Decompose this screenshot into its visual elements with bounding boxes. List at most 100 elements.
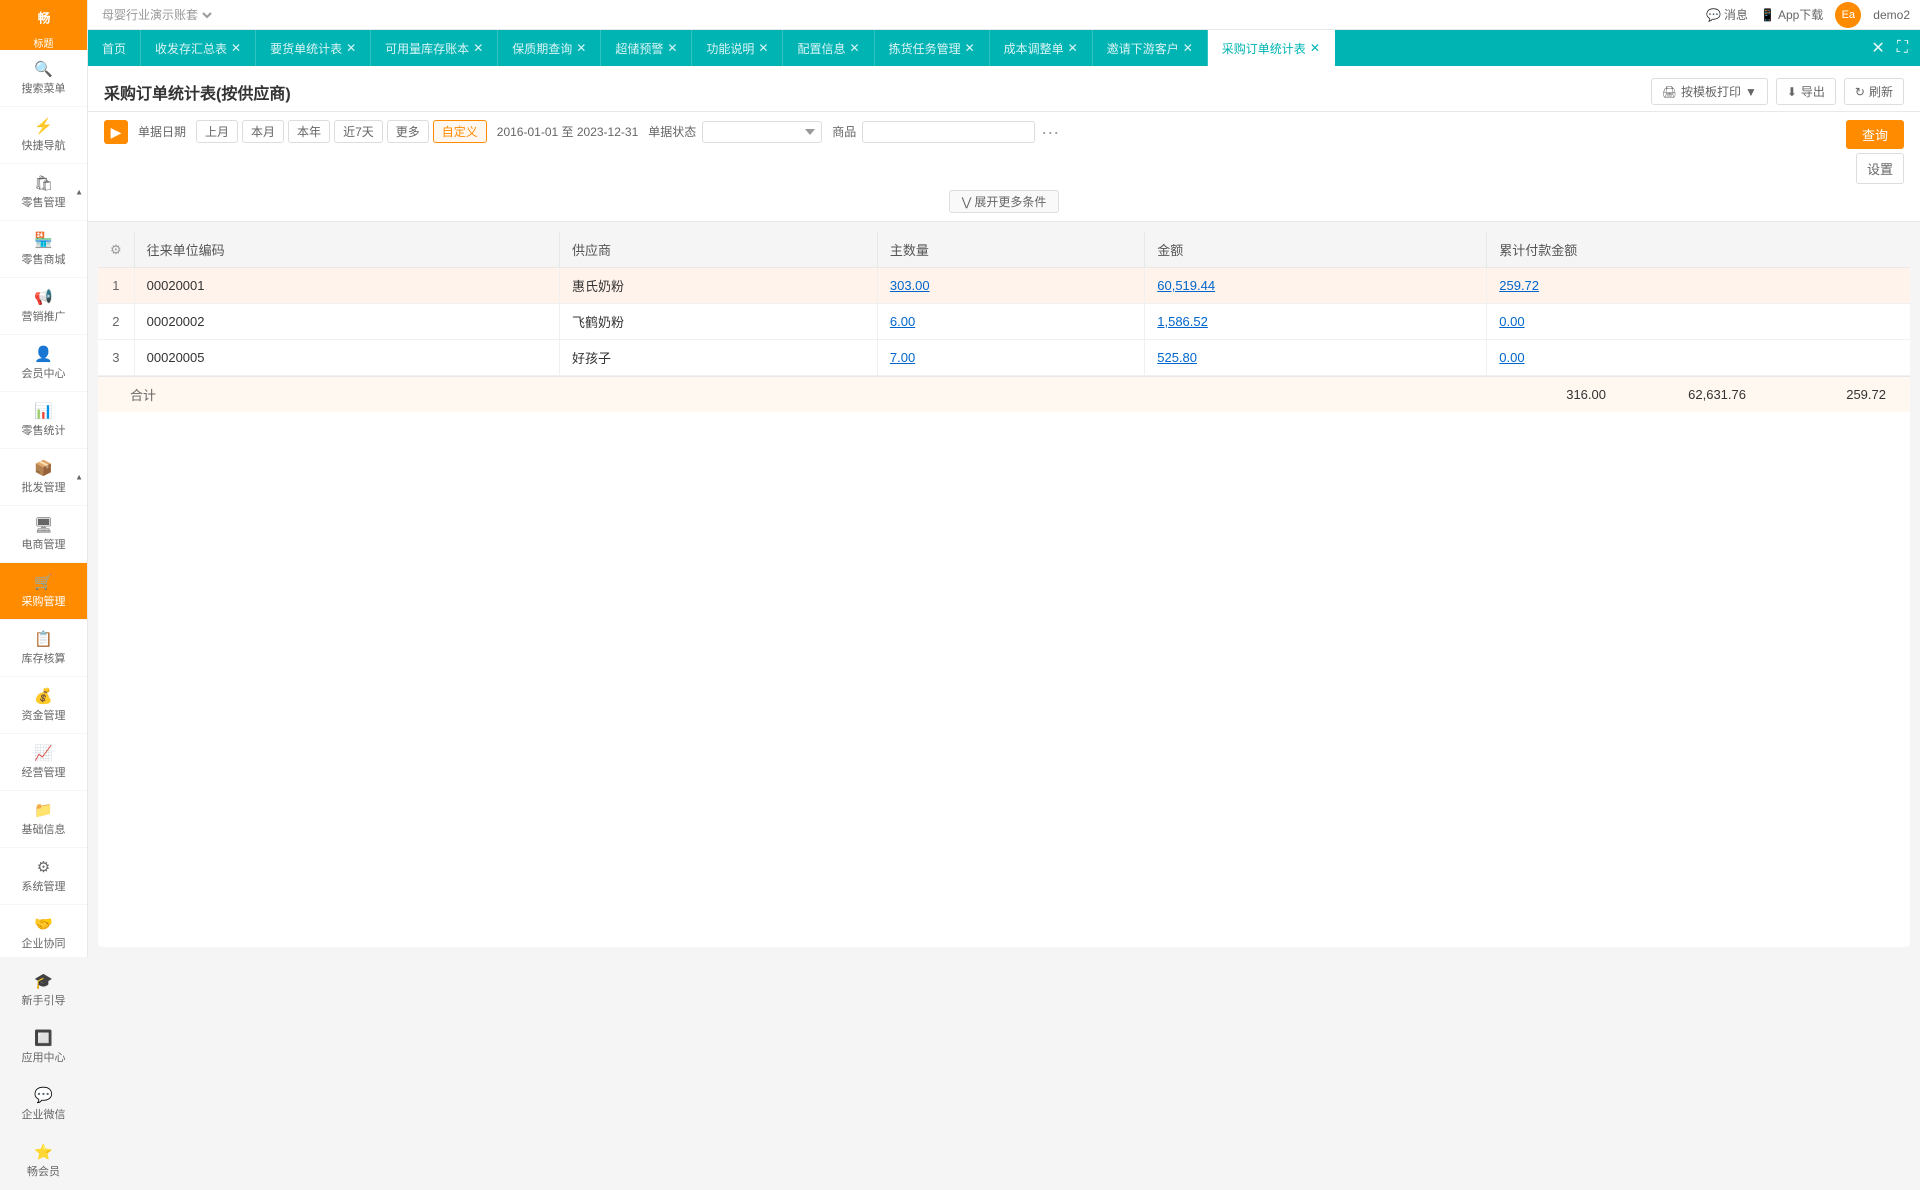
tab-close-11[interactable]: ✕	[1310, 42, 1320, 54]
prev-month-btn[interactable]: 上月	[196, 120, 238, 143]
page-title: 采购订单统计表(按供应商)	[104, 80, 291, 104]
sidebar-item-3[interactable]: 🏪零售商城	[0, 221, 87, 278]
sidebar-item-14[interactable]: ⚙系统管理	[0, 848, 87, 905]
col-header-0: ⚙	[98, 232, 134, 268]
tab-item-6[interactable]: 功能说明✕	[692, 30, 783, 66]
tab-close-2[interactable]: ✕	[346, 42, 356, 54]
refresh-icon: ↻	[1855, 85, 1865, 99]
nav-icon-7: 📦	[34, 459, 53, 477]
filter-toggle-btn[interactable]: ▶	[104, 120, 128, 144]
tab-item-8[interactable]: 拣货任务管理✕	[875, 30, 990, 66]
tab-close-4[interactable]: ✕	[576, 42, 586, 54]
sidebar-item-13[interactable]: 📁基础信息	[0, 791, 87, 848]
row-qty-0[interactable]: 303.00	[877, 268, 1144, 304]
this-year-btn[interactable]: 本年	[288, 120, 330, 143]
sidebar-item-2[interactable]: 🛍零售管理▲	[0, 164, 87, 221]
nav-icon-16: 🎓	[34, 972, 53, 990]
more-date-btn[interactable]: 更多	[387, 120, 429, 143]
tab-close-10[interactable]: ✕	[1183, 42, 1193, 54]
sidebar-item-11[interactable]: 💰资金管理	[0, 677, 87, 734]
sidebar-item-12[interactable]: 📈经营管理	[0, 734, 87, 791]
page-header-actions: 🖨 按模板打印 ▼ ⬇ 导出 ↻ 刷新	[1651, 78, 1904, 105]
sidebar-item-7[interactable]: 📦批发管理▲	[0, 449, 87, 506]
sidebar-item-9[interactable]: 🛒采购管理	[0, 563, 87, 620]
sidebar-item-0[interactable]: 🔍搜索菜单	[0, 50, 87, 107]
sidebar-item-1[interactable]: ⚡快捷导航	[0, 107, 87, 164]
row-amount-1[interactable]: 1,586.52	[1145, 304, 1487, 340]
print-icon: 🖨	[1662, 85, 1677, 99]
tabbar-close-btn[interactable]: ✕	[1867, 38, 1888, 58]
tab-close-5[interactable]: ✕	[667, 42, 677, 54]
sidebar-item-16[interactable]: 🎓 新手引导	[0, 962, 87, 1019]
topbar-actions: 💬 消息 📱 App下载 Ea demo2	[1706, 2, 1910, 28]
tab-item-0[interactable]: 首页	[88, 30, 141, 66]
filter-date-range: 2016-01-01 至 2023-12-31	[497, 123, 638, 140]
tab-item-10[interactable]: 邀请下游客户✕	[1093, 30, 1208, 66]
print-dropdown-icon: ▼	[1745, 85, 1757, 99]
nav-label-11: 资金管理	[22, 707, 66, 723]
footer-paid: 259.72	[1758, 387, 1898, 402]
user-initials: Ea	[1842, 9, 1855, 21]
7days-btn[interactable]: 近7天	[334, 120, 383, 143]
tab-item-3[interactable]: 可用量库存账本✕	[371, 30, 498, 66]
sidebar-item-8[interactable]: 🖥电商管理	[0, 506, 87, 563]
this-month-btn[interactable]: 本月	[242, 120, 284, 143]
row-supplier-0: 惠氏奶粉	[559, 268, 877, 304]
tab-item-5[interactable]: 超储预警✕	[601, 30, 692, 66]
tab-close-6[interactable]: ✕	[758, 42, 768, 54]
main-area: 母婴行业演示账套 💬 消息 📱 App下载 Ea demo2 首页收发存汇总表✕…	[88, 0, 1920, 957]
tab-item-7[interactable]: 配置信息✕	[783, 30, 874, 66]
sidebar-item-4[interactable]: 📢营销推广	[0, 278, 87, 335]
row-paid-0[interactable]: 259.72	[1487, 268, 1910, 304]
nav-icon-1: ⚡	[34, 117, 53, 135]
tab-item-11[interactable]: 采购订单统计表✕	[1208, 30, 1335, 66]
tab-close-1[interactable]: ✕	[231, 42, 241, 54]
user-avatar[interactable]: Ea	[1835, 2, 1861, 28]
row-amount-0[interactable]: 60,519.44	[1145, 268, 1487, 304]
row-num-2: 3	[98, 340, 134, 376]
expand-filter-btn[interactable]: ⋁ 展开更多条件	[949, 190, 1060, 213]
row-qty-1[interactable]: 6.00	[877, 304, 1144, 340]
nav-label-16: 新手引导	[22, 992, 66, 1008]
message-btn[interactable]: 💬 消息	[1706, 6, 1748, 23]
row-qty-2[interactable]: 7.00	[877, 340, 1144, 376]
logo-text: 标题	[34, 35, 54, 50]
breadcrumb-select[interactable]: 母婴行业演示账套	[98, 7, 215, 23]
sidebar-item-15[interactable]: 🤝企业协同	[0, 905, 87, 962]
query-button[interactable]: 查询	[1846, 120, 1904, 149]
tabbar-expand-btn[interactable]: ⛶	[1893, 39, 1912, 57]
download-btn[interactable]: 📱 App下载	[1760, 6, 1823, 23]
tab-close-8[interactable]: ✕	[965, 42, 975, 54]
tab-item-9[interactable]: 成本调整单✕	[990, 30, 1093, 66]
sidebar-item-18[interactable]: 💬企业微信	[0, 1076, 87, 1133]
table-row: 2 00020002 飞鹤奶粉 6.00 1,586.52 0.00	[98, 304, 1910, 340]
goods-input[interactable]	[862, 121, 1035, 143]
svg-text:畅: 畅	[37, 10, 50, 25]
content: 采购订单统计表(按供应商) 🖨 按模板打印 ▼ ⬇ 导出 ↻ 刷新	[88, 66, 1920, 957]
sidebar-item-19[interactable]: ⭐畅会员	[0, 1133, 87, 1190]
print-button[interactable]: 🖨 按模板打印 ▼	[1651, 78, 1768, 105]
custom-date-btn[interactable]: 自定义	[433, 120, 487, 143]
tab-close-3[interactable]: ✕	[473, 42, 483, 54]
tab-item-2[interactable]: 要货单统计表✕	[256, 30, 371, 66]
settings-icon[interactable]: ⚙	[110, 242, 122, 257]
row-paid-1[interactable]: 0.00	[1487, 304, 1910, 340]
status-select[interactable]	[702, 121, 822, 143]
goods-more-btn[interactable]: ···	[1041, 123, 1059, 141]
settings-button[interactable]: 设置	[1856, 153, 1904, 184]
tab-item-1[interactable]: 收发存汇总表✕	[141, 30, 256, 66]
tab-close-9[interactable]: ✕	[1068, 42, 1078, 54]
sidebar-item-17[interactable]: 🔲应用中心	[0, 1019, 87, 1076]
sidebar-item-6[interactable]: 📊零售统计	[0, 392, 87, 449]
export-button[interactable]: ⬇ 导出	[1776, 78, 1836, 105]
sidebar-item-5[interactable]: 👤会员中心	[0, 335, 87, 392]
row-paid-2[interactable]: 0.00	[1487, 340, 1910, 376]
nav-label-8: 电商管理	[22, 536, 66, 552]
tab-item-4[interactable]: 保质期查询✕	[498, 30, 601, 66]
footer-qty: 316.00	[1498, 387, 1618, 402]
nav-label-4: 营销推广	[22, 308, 66, 324]
sidebar-item-10[interactable]: 📋库存核算	[0, 620, 87, 677]
row-amount-2[interactable]: 525.80	[1145, 340, 1487, 376]
tab-close-7[interactable]: ✕	[850, 42, 860, 54]
refresh-button[interactable]: ↻ 刷新	[1844, 78, 1904, 105]
